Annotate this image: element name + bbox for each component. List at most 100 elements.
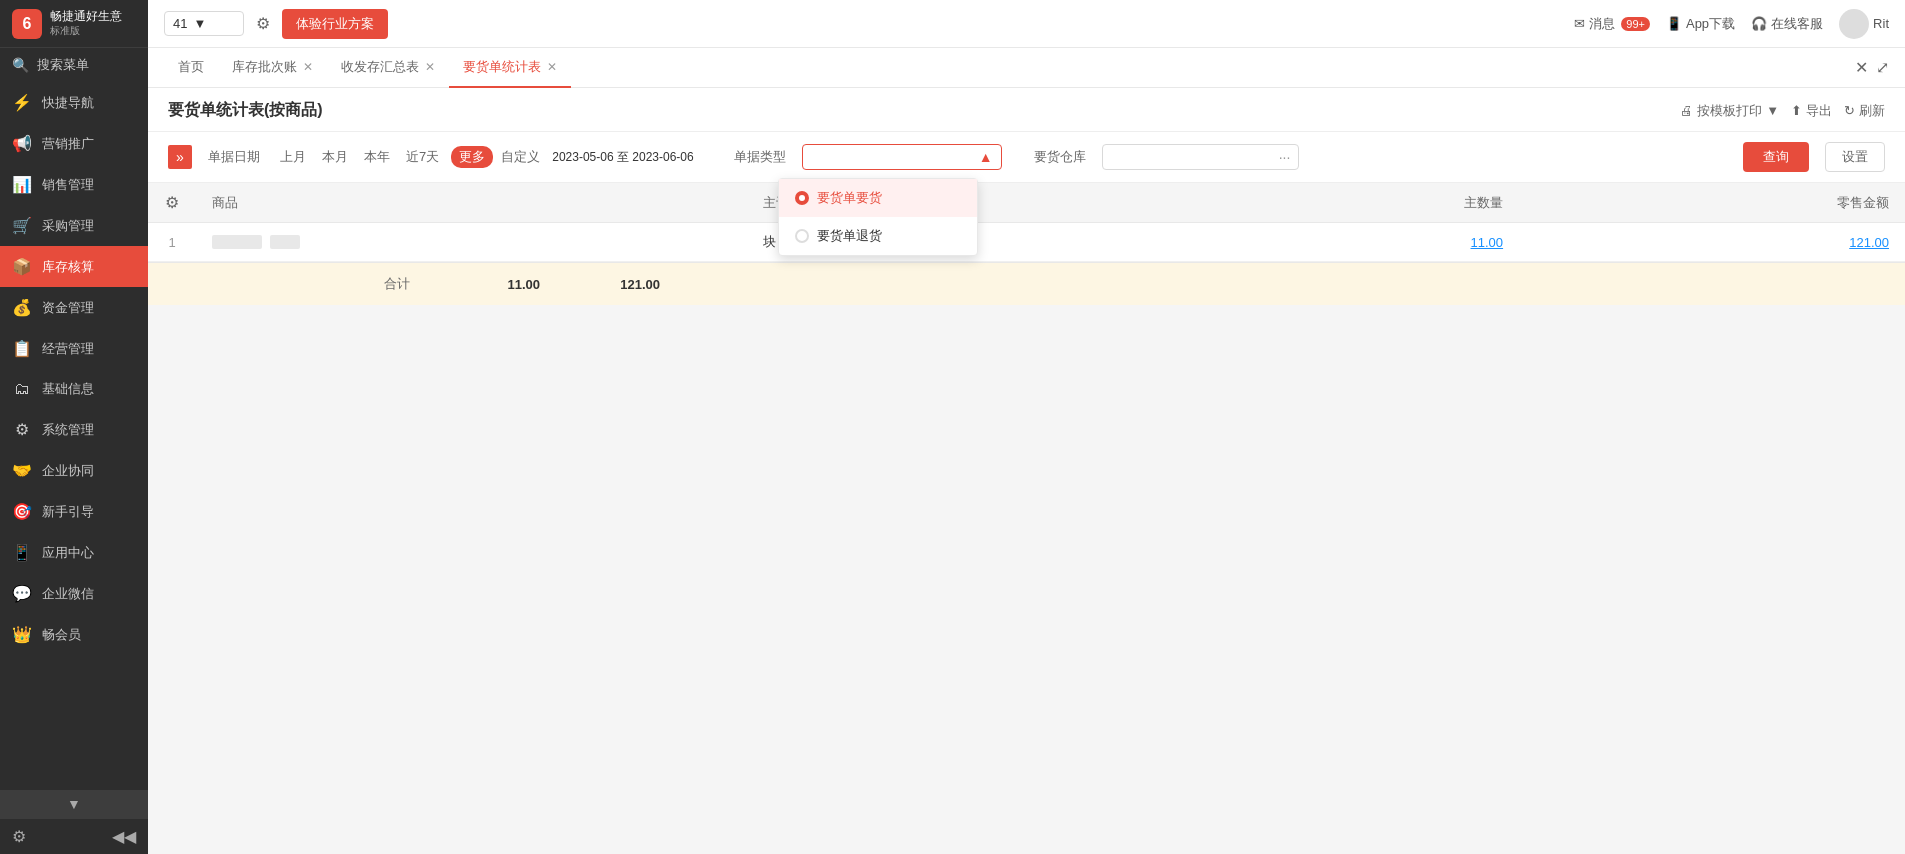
sidebar-item-inventory[interactable]: 📦 库存核算 bbox=[0, 246, 148, 287]
enterprise-icon: 🤝 bbox=[12, 461, 32, 480]
last-month-btn[interactable]: 上月 bbox=[276, 146, 310, 168]
sidebar-item-appstore[interactable]: 📱 应用中心 bbox=[0, 532, 148, 573]
messages-action[interactable]: ✉ 消息 99+ bbox=[1574, 15, 1650, 33]
total-label: 合计 bbox=[384, 275, 410, 293]
sidebar-item-wechat[interactable]: 💬 企业微信 bbox=[0, 573, 148, 614]
sidebar-item-operation[interactable]: 📋 经营管理 bbox=[0, 328, 148, 369]
main-area: 41 ▼ ⚙ 体验行业方案 ✉ 消息 99+ 📱 App下载 🎧 在线客服 bbox=[148, 0, 1905, 854]
app-download-action[interactable]: 📱 App下载 bbox=[1666, 15, 1735, 33]
tab-close-all-button[interactable]: ✕ bbox=[1855, 58, 1868, 77]
collapse-button[interactable]: ◀◀ bbox=[112, 827, 136, 846]
column-settings-button[interactable]: ⚙ bbox=[165, 193, 179, 212]
marketing-icon: 📢 bbox=[12, 134, 32, 153]
quick-nav-icon: ⚡ bbox=[12, 93, 32, 112]
sidebar-item-enterprise[interactable]: 🤝 企业协同 bbox=[0, 450, 148, 491]
type-input[interactable] bbox=[811, 150, 979, 165]
quick-nav-label: 快捷导航 bbox=[42, 94, 94, 112]
this-month-btn[interactable]: 本月 bbox=[318, 146, 352, 168]
order-goods-label: 要货单要货 bbox=[817, 189, 882, 207]
tab-collect-send[interactable]: 收发存汇总表 ✕ bbox=[327, 48, 449, 88]
filter-settings-button[interactable]: 设置 bbox=[1825, 142, 1885, 172]
type-label: 单据类型 bbox=[734, 148, 786, 166]
app-download-label: App下载 bbox=[1686, 15, 1735, 33]
settings-button[interactable]: ⚙ bbox=[12, 827, 26, 846]
basic-icon: 🗂 bbox=[12, 380, 32, 398]
more-dates-btn[interactable]: 更多 bbox=[451, 146, 493, 168]
dropdown-item-order-return[interactable]: 要货单退货 bbox=[779, 217, 977, 255]
print-template-button[interactable]: 🖨 按模板打印 ▼ bbox=[1680, 102, 1779, 120]
refresh-label: 刷新 bbox=[1859, 102, 1885, 120]
operation-label: 经营管理 bbox=[42, 340, 94, 358]
tab-collect-send-label: 收发存汇总表 bbox=[341, 58, 419, 76]
user-area[interactable]: Rit bbox=[1839, 9, 1889, 39]
tab-maximize-button[interactable]: ⤢ bbox=[1876, 58, 1889, 77]
online-service-action[interactable]: 🎧 在线客服 bbox=[1751, 15, 1823, 33]
tab-collect-send-close[interactable]: ✕ bbox=[425, 60, 435, 74]
row-amount[interactable]: 121.00 bbox=[1519, 223, 1905, 262]
search-menu-item[interactable]: 🔍 搜索菜单 bbox=[0, 48, 148, 82]
messages-badge: 99+ bbox=[1621, 17, 1650, 31]
store-selector[interactable]: 41 ▼ bbox=[164, 11, 244, 36]
sidebar-item-member[interactable]: 👑 畅会员 bbox=[0, 614, 148, 655]
table-body: 1 块 11.00 121.00 bbox=[148, 223, 1905, 262]
col-settings-header: ⚙ bbox=[148, 183, 196, 223]
enterprise-label: 企业协同 bbox=[42, 462, 94, 480]
sidebar-item-basic[interactable]: 🗂 基础信息 bbox=[0, 369, 148, 409]
print-icon: 🖨 bbox=[1680, 103, 1693, 118]
guide-label: 新手引导 bbox=[42, 503, 94, 521]
custom-date-btn[interactable]: 自定义 bbox=[501, 148, 540, 166]
settings-icon: ⚙ bbox=[12, 827, 26, 846]
sidebar-item-quick-nav[interactable]: ⚡ 快捷导航 bbox=[0, 82, 148, 123]
sidebar-item-system[interactable]: ⚙ 系统管理 bbox=[0, 409, 148, 450]
logo-sub: 标准版 bbox=[50, 24, 122, 38]
system-label: 系统管理 bbox=[42, 421, 94, 439]
radio-order-return bbox=[795, 229, 809, 243]
sidebar-item-finance[interactable]: 💰 资金管理 bbox=[0, 287, 148, 328]
product-code-placeholder bbox=[270, 235, 300, 249]
system-icon: ⚙ bbox=[12, 420, 32, 439]
warehouse-input-wrapper[interactable]: ··· bbox=[1102, 144, 1300, 170]
last-7-days-btn[interactable]: 近7天 bbox=[402, 146, 443, 168]
sidebar-item-purchase[interactable]: 🛒 采购管理 bbox=[0, 205, 148, 246]
row-no: 1 bbox=[148, 223, 196, 262]
topbar-left: 41 ▼ ⚙ 体验行业方案 bbox=[164, 9, 388, 39]
dropdown-item-order-goods[interactable]: 要货单要货 bbox=[779, 179, 977, 217]
radio-order-goods bbox=[795, 191, 809, 205]
tab-inventory-batch[interactable]: 库存批次账 ✕ bbox=[218, 48, 327, 88]
query-button[interactable]: 查询 bbox=[1743, 142, 1809, 172]
tab-inventory-batch-close[interactable]: ✕ bbox=[303, 60, 313, 74]
sidebar-item-sales[interactable]: 📊 销售管理 bbox=[0, 164, 148, 205]
operation-icon: 📋 bbox=[12, 339, 32, 358]
filter-expand-button[interactable]: » bbox=[168, 145, 192, 169]
sidebar-item-guide[interactable]: 🎯 新手引导 bbox=[0, 491, 148, 532]
export-icon: ⬆ bbox=[1791, 103, 1802, 118]
tab-order-stat-close[interactable]: ✕ bbox=[547, 60, 557, 74]
user-name: Rit bbox=[1873, 16, 1889, 31]
this-year-btn[interactable]: 本年 bbox=[360, 146, 394, 168]
sidebar-nav: ⚡ 快捷导航 📢 营销推广 📊 销售管理 🛒 采购管理 📦 库存核算 💰 资金管… bbox=[0, 82, 148, 790]
user-avatar bbox=[1839, 9, 1869, 39]
export-button[interactable]: ⬆ 导出 bbox=[1791, 102, 1832, 120]
appstore-label: 应用中心 bbox=[42, 544, 94, 562]
appstore-icon: 📱 bbox=[12, 543, 32, 562]
finance-icon: 💰 bbox=[12, 298, 32, 317]
messages-label: 消息 bbox=[1589, 15, 1615, 33]
type-input-wrapper[interactable]: ▲ bbox=[802, 144, 1002, 170]
tab-home[interactable]: 首页 bbox=[164, 48, 218, 88]
industry-btn[interactable]: 体验行业方案 bbox=[282, 9, 388, 39]
refresh-button[interactable]: ↻ 刷新 bbox=[1844, 102, 1885, 120]
sidebar-scroll-down[interactable]: ▼ bbox=[0, 790, 148, 818]
finance-label: 资金管理 bbox=[42, 299, 94, 317]
basic-label: 基础信息 bbox=[42, 380, 94, 398]
type-dropdown-chevron-up-icon[interactable]: ▲ bbox=[979, 149, 993, 165]
headphone-icon: 🎧 bbox=[1751, 16, 1767, 31]
col-amount-header: 零售金额 bbox=[1519, 183, 1905, 223]
tab-home-label: 首页 bbox=[178, 58, 204, 76]
print-template-label: 按模板打印 bbox=[1697, 102, 1762, 120]
sidebar-item-marketing[interactable]: 📢 营销推广 bbox=[0, 123, 148, 164]
warehouse-more-button[interactable]: ··· bbox=[1279, 149, 1291, 165]
tab-order-stat[interactable]: 要货单统计表 ✕ bbox=[449, 48, 571, 88]
warehouse-input[interactable] bbox=[1111, 150, 1279, 165]
topbar-gear-button[interactable]: ⚙ bbox=[256, 14, 270, 33]
row-quantity[interactable]: 11.00 bbox=[1193, 223, 1519, 262]
